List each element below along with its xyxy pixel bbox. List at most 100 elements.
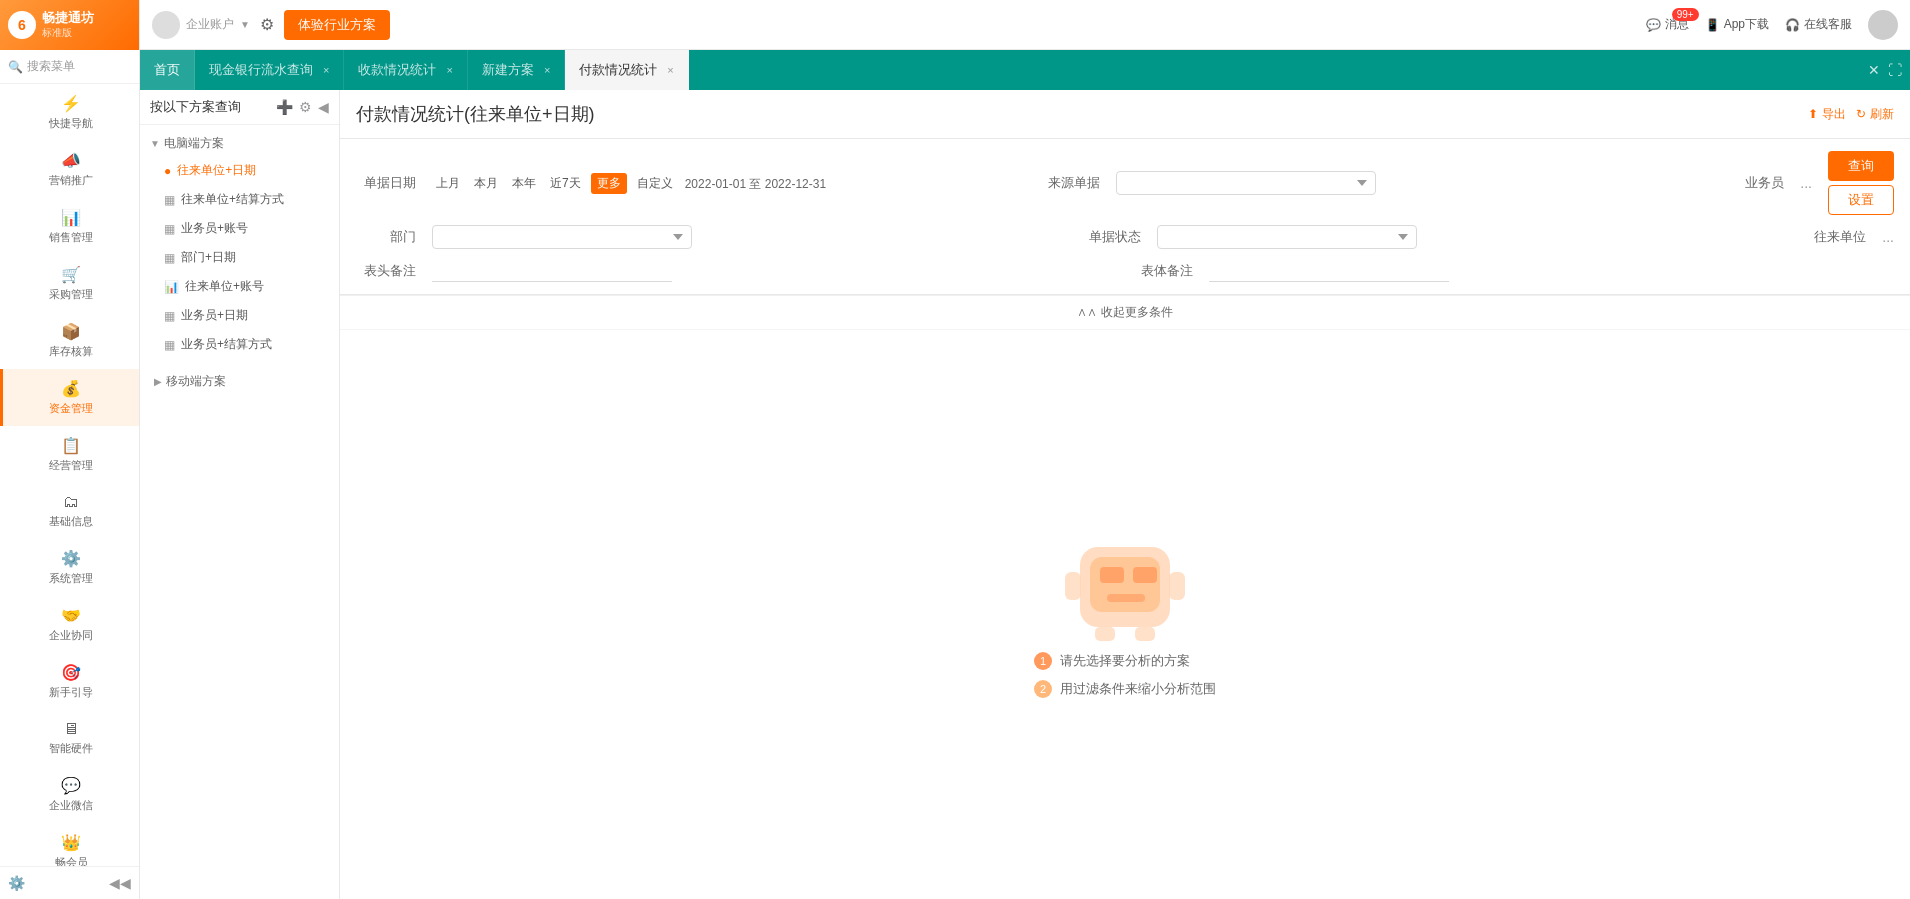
sidebar-item-inventory[interactable]: 📦 库存核算 <box>0 312 139 369</box>
scheme-unit-date[interactable]: ● 往来单位+日期 <box>140 156 339 185</box>
tab-bank-flow-label: 现金银行流水查询 <box>209 61 313 79</box>
add-scheme-icon[interactable]: ➕ <box>276 99 293 115</box>
scheme-salesman-date[interactable]: ▦ 业务员+日期 <box>140 301 339 330</box>
app-download-btn[interactable]: 📱 App下载 <box>1705 16 1769 33</box>
scheme-salesman-settle[interactable]: ▦ 业务员+结算方式 <box>140 330 339 359</box>
refresh-btn[interactable]: ↻ 刷新 <box>1856 106 1894 123</box>
topbar-gear-icon[interactable]: ⚙ <box>260 15 274 34</box>
sidebar-item-operations[interactable]: 📋 经营管理 <box>0 426 139 483</box>
system-icon: ⚙️ <box>61 549 81 568</box>
sidebar-item-sales[interactable]: 📊 销售管理 <box>0 198 139 255</box>
source-select[interactable] <box>1116 171 1376 195</box>
tab-new-scheme-close-icon[interactable]: × <box>544 64 550 76</box>
content-area: 付款情况统计(往来单位+日期) ⬆ 导出 ↻ 刷新 单据日期 <box>340 90 1910 899</box>
svg-rect-2 <box>1100 567 1124 583</box>
account-selector[interactable]: 企业账户 ▼ <box>152 11 250 39</box>
hint-num-1: 1 <box>1034 652 1052 670</box>
company-avatar <box>152 11 180 39</box>
sidebar-item-marketing[interactable]: 📣 营销推广 <box>0 141 139 198</box>
tab-bank-flow[interactable]: 现金银行流水查询 × <box>195 50 344 90</box>
status-label: 单据状态 <box>1081 228 1141 246</box>
sidebar-item-purchase[interactable]: 🛒 采购管理 <box>0 255 139 312</box>
messages-badge: 99+ <box>1672 8 1699 21</box>
trial-button[interactable]: 体验行业方案 <box>284 10 390 40</box>
collapse-sidebar-icon[interactable]: ◀◀ <box>109 875 131 891</box>
page-content: 按以下方案查询 ➕ ⚙ ◀ ▼ 电脑端方案 ● 往来单位+日期 ▦ <box>140 90 1910 899</box>
sidebar-item-capital[interactable]: 💰 资金管理 <box>0 369 139 426</box>
date-opt-this-year[interactable]: 本年 <box>508 173 540 194</box>
dept-select[interactable] <box>432 225 692 249</box>
date-opt-more[interactable]: 更多 <box>591 173 627 194</box>
mobile-section-header[interactable]: ▶ 移动端方案 <box>140 369 339 394</box>
online-support-btn[interactable]: 🎧 在线客服 <box>1785 16 1852 33</box>
tab-payment-stats[interactable]: 付款情况统计 × <box>565 50 688 90</box>
sidebar-item-basic-info[interactable]: 🗂 基础信息 <box>0 483 139 539</box>
body-note-input[interactable] <box>1209 259 1449 282</box>
tab-payment-stats-close-icon[interactable]: × <box>667 64 673 76</box>
salesman-dots[interactable]: ... <box>1800 175 1812 191</box>
scheme-unit-settle[interactable]: ▦ 往来单位+结算方式 <box>140 185 339 214</box>
topbar: 企业账户 ▼ ⚙ 体验行业方案 💬 消息 99+ 📱 App下载 🎧 在线客服 <box>140 0 1910 50</box>
sidebar-item-wechat[interactable]: 💬 企业微信 <box>0 766 139 823</box>
tab-close-all-icon[interactable]: ✕ <box>1868 62 1880 78</box>
sidebar-item-system[interactable]: ⚙️ 系统管理 <box>0 539 139 596</box>
tab-new-scheme[interactable]: 新建方案 × <box>468 50 565 90</box>
svg-rect-8 <box>1135 627 1155 641</box>
sidebar-item-label: 新手引导 <box>49 685 93 700</box>
tab-collection-stats-close-icon[interactable]: × <box>446 64 452 76</box>
purchase-icon: 🛒 <box>61 265 81 284</box>
empty-hint-1: 1 请先选择要分析的方案 <box>1034 652 1216 670</box>
settings-button[interactable]: 设置 <box>1828 185 1894 215</box>
hint-text-2: 用过滤条件来缩小分析范围 <box>1060 680 1216 698</box>
search-label: 搜索菜单 <box>27 58 75 75</box>
sales-icon: 📊 <box>61 208 81 227</box>
query-button[interactable]: 查询 <box>1828 151 1894 181</box>
hardware-icon: 🖥 <box>63 720 79 738</box>
sidebar-item-label: 智能硬件 <box>49 741 93 756</box>
sidebar-item-member[interactable]: 👑 畅会员 <box>0 823 139 866</box>
filter-row-3: 表头备注 表体备注 <box>356 259 1894 282</box>
collapse-scheme-icon[interactable]: ◀ <box>318 99 329 115</box>
tab-collection-stats[interactable]: 收款情况统计 × <box>344 50 467 90</box>
sidebar-footer: ⚙️ ◀◀ <box>0 866 139 899</box>
tab-home[interactable]: 首页 <box>140 50 195 90</box>
guide-icon: 🎯 <box>61 663 81 682</box>
date-opt-this-month[interactable]: 本月 <box>470 173 502 194</box>
content-header: 付款情况统计(往来单位+日期) ⬆ 导出 ↻ 刷新 <box>340 90 1910 139</box>
header-note-input[interactable] <box>432 259 672 282</box>
empty-hint-2: 2 用过滤条件来缩小分析范围 <box>1034 680 1216 698</box>
messages-btn[interactable]: 💬 消息 99+ <box>1646 16 1689 33</box>
desktop-section-header[interactable]: ▼ 电脑端方案 <box>140 131 339 156</box>
sidebar-search[interactable]: 🔍 搜索菜单 <box>0 50 139 84</box>
empty-state: 1 请先选择要分析的方案 2 用过滤条件来缩小分析范围 <box>340 330 1910 899</box>
export-btn[interactable]: ⬆ 导出 <box>1808 106 1846 123</box>
settings-scheme-icon[interactable]: ⚙ <box>299 99 312 115</box>
settings-gear-icon[interactable]: ⚙️ <box>8 875 25 891</box>
sidebar-item-enterprise[interactable]: 🤝 企业协同 <box>0 596 139 653</box>
sidebar-item-quick-nav[interactable]: ⚡ 快捷导航 <box>0 84 139 141</box>
collapse-more-btn[interactable]: ∧∧ 收起更多条件 <box>340 295 1910 329</box>
sidebar-item-guide[interactable]: 🎯 新手引导 <box>0 653 139 710</box>
unit-dots[interactable]: ... <box>1882 229 1894 245</box>
tab-bank-flow-close-icon[interactable]: × <box>323 64 329 76</box>
sidebar-item-label: 企业微信 <box>49 798 93 813</box>
tab-payment-stats-label: 付款情况统计 <box>579 61 657 79</box>
scheme-salesman-account-label: 业务员+账号 <box>181 220 248 237</box>
sidebar-item-hardware[interactable]: 🖥 智能硬件 <box>0 710 139 766</box>
date-opt-7days[interactable]: 近7天 <box>546 173 585 194</box>
empty-hints: 1 请先选择要分析的方案 2 用过滤条件来缩小分析范围 <box>1034 652 1216 698</box>
tab-expand-icon[interactable]: ⛶ <box>1888 62 1902 78</box>
account-chevron-icon: ▼ <box>240 19 250 30</box>
scheme-unit-account[interactable]: 📊 往来单位+账号 <box>140 272 339 301</box>
svg-rect-3 <box>1133 567 1157 583</box>
date-opt-custom[interactable]: 自定义 <box>633 173 677 194</box>
scheme-salesman-account[interactable]: ▦ 业务员+账号 <box>140 214 339 243</box>
brand-name: 畅捷通坊 <box>42 10 94 26</box>
tab-collection-stats-label: 收款情况统计 <box>358 61 436 79</box>
scheme-dept-date[interactable]: ▦ 部门+日期 <box>140 243 339 272</box>
sidebar-nav: ⚡ 快捷导航 📣 营销推广 📊 销售管理 🛒 采购管理 📦 库存核算 💰 资金管… <box>0 84 139 866</box>
desktop-arrow-icon: ▼ <box>150 138 160 149</box>
status-select[interactable] <box>1157 225 1417 249</box>
user-avatar[interactable] <box>1868 10 1898 40</box>
date-opt-last-month[interactable]: 上月 <box>432 173 464 194</box>
